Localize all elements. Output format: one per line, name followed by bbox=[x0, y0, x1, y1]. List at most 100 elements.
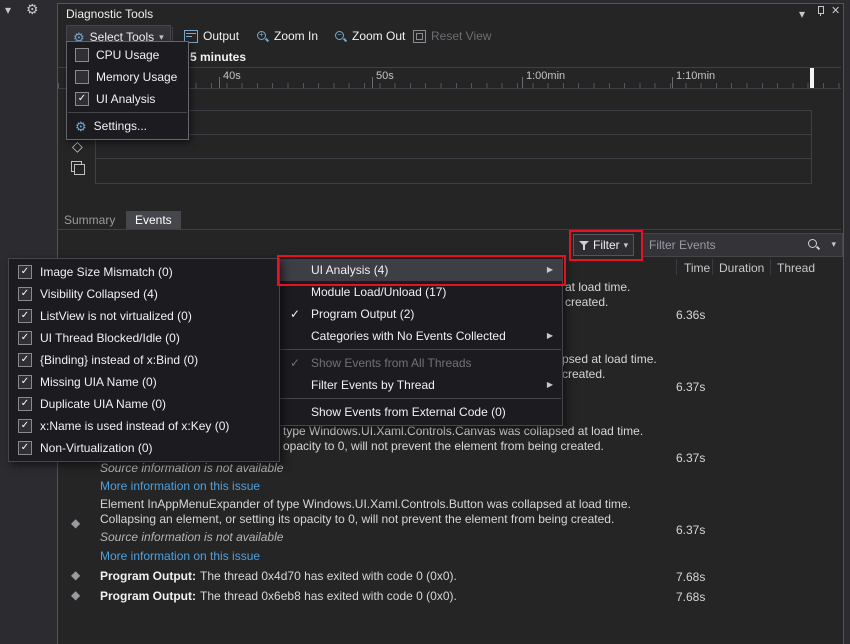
submenu-item-visibility-collapsed[interactable]: ✓ Visibility Collapsed (4) bbox=[9, 283, 279, 305]
ruler-tick bbox=[672, 77, 673, 88]
output-label: Output bbox=[203, 29, 239, 43]
pin-icon[interactable] bbox=[815, 5, 825, 17]
ruler-tick-label: 1:10min bbox=[676, 70, 715, 82]
column-header-thread[interactable]: Thread bbox=[777, 261, 815, 275]
session-length-label: 5 minutes bbox=[190, 50, 246, 64]
filter-funnel-icon bbox=[579, 240, 589, 250]
event-category-label: Program Output: bbox=[100, 589, 196, 603]
menu-item-settings[interactable]: ⚙ Settings... bbox=[67, 115, 188, 137]
ruler-tick bbox=[219, 77, 220, 88]
panel-dropdown-icon[interactable]: ▾ bbox=[5, 4, 11, 16]
reset-view-button[interactable]: Reset View bbox=[407, 25, 497, 47]
checkbox-checked[interactable]: ✓ bbox=[18, 397, 32, 411]
filter-menu-item-program-output[interactable]: ✓ Program Output (2) bbox=[279, 303, 562, 325]
checkbox-checked[interactable]: ✓ bbox=[75, 92, 89, 106]
settings-gear-icon[interactable]: ⚙ bbox=[26, 2, 39, 16]
checkbox-checked[interactable]: ✓ bbox=[18, 331, 32, 345]
event-time: 7.68s bbox=[676, 570, 705, 584]
search-dropdown-icon[interactable]: ▾ bbox=[831, 240, 836, 249]
checkbox-unchecked[interactable] bbox=[75, 70, 89, 84]
menu-item-label: Filter Events by Thread bbox=[311, 378, 435, 392]
check-icon: ✓ bbox=[290, 303, 300, 325]
zoom-out-label: Zoom Out bbox=[352, 29, 405, 43]
column-header-time[interactable]: Time bbox=[684, 261, 710, 275]
filter-menu-item-filter-by-thread[interactable]: Filter Events by Thread ▶ bbox=[279, 374, 562, 396]
menu-item-cpu-usage[interactable]: CPU Usage bbox=[67, 44, 188, 66]
submenu-item-xname-instead-xkey[interactable]: ✓ x:Name is used instead of x:Key (0) bbox=[9, 415, 279, 437]
close-icon[interactable]: ✕ bbox=[831, 6, 840, 17]
filter-events-searchbox: ▾ bbox=[641, 233, 843, 257]
checkbox-checked[interactable]: ✓ bbox=[18, 441, 32, 455]
window-menu-icon[interactable]: ▾ bbox=[799, 8, 805, 20]
timeline-position-marker[interactable] bbox=[810, 68, 814, 88]
event-marker-icon: ◆ bbox=[71, 516, 80, 530]
filter-menu-item-show-all-threads: ✓ Show Events from All Threads bbox=[279, 352, 562, 374]
ruler-tick-label: 40s bbox=[223, 70, 241, 82]
submenu-item-ui-thread-blocked[interactable]: ✓ UI Thread Blocked/Idle (0) bbox=[9, 327, 279, 349]
menu-item-label: Module Load/Unload (17) bbox=[311, 285, 446, 299]
more-information-link[interactable]: More information on this issue bbox=[100, 479, 260, 493]
filter-item-label: x:Name is used instead of x:Key (0) bbox=[40, 419, 229, 433]
zoom-in-button[interactable]: + Zoom In bbox=[250, 25, 324, 47]
tab-summary[interactable]: Summary bbox=[64, 213, 115, 227]
submenu-item-missing-uia-name[interactable]: ✓ Missing UIA Name (0) bbox=[9, 371, 279, 393]
column-header-duration[interactable]: Duration bbox=[719, 261, 764, 275]
event-text-fragment: psed at load time. bbox=[562, 352, 657, 366]
filter-item-label: Missing UIA Name (0) bbox=[40, 375, 157, 389]
filter-menu: UI Analysis (4) ▶ Module Load/Unload (17… bbox=[278, 256, 563, 426]
reset-view-label: Reset View bbox=[431, 29, 491, 43]
submenu-item-duplicate-uia-name[interactable]: ✓ Duplicate UIA Name (0) bbox=[9, 393, 279, 415]
submenu-arrow-icon: ▶ bbox=[547, 374, 553, 396]
timeline-track-grid bbox=[95, 110, 812, 184]
menu-item-memory-usage[interactable]: Memory Usage bbox=[67, 66, 188, 88]
tab-events[interactable]: Events bbox=[126, 211, 181, 229]
menu-item-label: CPU Usage bbox=[96, 48, 159, 62]
event-time: 6.37s bbox=[676, 380, 705, 394]
zoom-in-label: Zoom In bbox=[274, 29, 318, 43]
event-time: 6.37s bbox=[676, 523, 705, 537]
column-separator bbox=[770, 259, 771, 275]
filter-menu-item-categories-no-events[interactable]: Categories with No Events Collected ▶ bbox=[279, 325, 562, 347]
event-time: 6.37s bbox=[676, 451, 705, 465]
column-separator bbox=[676, 259, 677, 275]
filter-button[interactable]: Filter ▾ bbox=[573, 234, 634, 256]
filter-item-label: Image Size Mismatch (0) bbox=[40, 265, 173, 279]
submenu-item-non-virtualization[interactable]: ✓ Non-Virtualization (0) bbox=[9, 437, 279, 459]
column-separator bbox=[712, 259, 713, 275]
event-text: Element InAppMenuExpander of type Window… bbox=[100, 497, 631, 511]
filter-menu-item-module-load-unload[interactable]: Module Load/Unload (17) bbox=[279, 281, 562, 303]
menu-item-label: Categories with No Events Collected bbox=[311, 329, 506, 343]
checkbox-checked[interactable]: ✓ bbox=[18, 419, 32, 433]
menu-separator bbox=[280, 398, 561, 399]
menu-item-ui-analysis[interactable]: ✓ UI Analysis bbox=[67, 88, 188, 110]
event-source-info: Source information is not available bbox=[100, 461, 283, 475]
checkbox-checked[interactable]: ✓ bbox=[18, 353, 32, 367]
ruler-tick-label: 1:00min bbox=[526, 70, 565, 82]
event-text-fragment: created. bbox=[562, 367, 605, 381]
menu-item-label: Settings... bbox=[94, 119, 147, 133]
checkbox-checked[interactable]: ✓ bbox=[18, 265, 32, 279]
ruler-tick-label: 50s bbox=[376, 70, 394, 82]
event-text: type Windows.UI.Xaml.Controls.Canvas was… bbox=[283, 424, 643, 438]
menu-item-label: Show Events from All Threads bbox=[311, 356, 472, 370]
menu-item-label: Program Output (2) bbox=[311, 307, 414, 321]
filter-menu-item-ui-analysis[interactable]: UI Analysis (4) ▶ bbox=[279, 259, 562, 281]
checkbox-checked[interactable]: ✓ bbox=[18, 375, 32, 389]
ruler-tick bbox=[372, 77, 373, 88]
track-divider bbox=[96, 158, 811, 159]
submenu-item-binding-instead-xbind[interactable]: ✓ {Binding} instead of x:Bind (0) bbox=[9, 349, 279, 371]
checkbox-checked[interactable]: ✓ bbox=[18, 309, 32, 323]
zoom-out-button[interactable]: − Zoom Out bbox=[328, 25, 411, 47]
checkbox-unchecked[interactable] bbox=[75, 48, 89, 62]
checkbox-checked[interactable]: ✓ bbox=[18, 287, 32, 301]
submenu-item-image-size-mismatch[interactable]: ✓ Image Size Mismatch (0) bbox=[9, 261, 279, 283]
filter-menu-item-external-code[interactable]: Show Events from External Code (0) bbox=[279, 401, 562, 423]
submenu-item-listview-not-virtualized[interactable]: ✓ ListView is not virtualized (0) bbox=[9, 305, 279, 327]
event-source-info: Source information is not available bbox=[100, 530, 283, 544]
minus-icon: − bbox=[337, 31, 342, 39]
more-information-link[interactable]: More information on this issue bbox=[100, 549, 260, 563]
menu-item-label: Memory Usage bbox=[96, 70, 177, 84]
event-text-fragment: at load time. bbox=[565, 280, 630, 294]
window-title: Diagnostic Tools bbox=[66, 7, 153, 21]
reset-view-icon bbox=[413, 30, 426, 43]
